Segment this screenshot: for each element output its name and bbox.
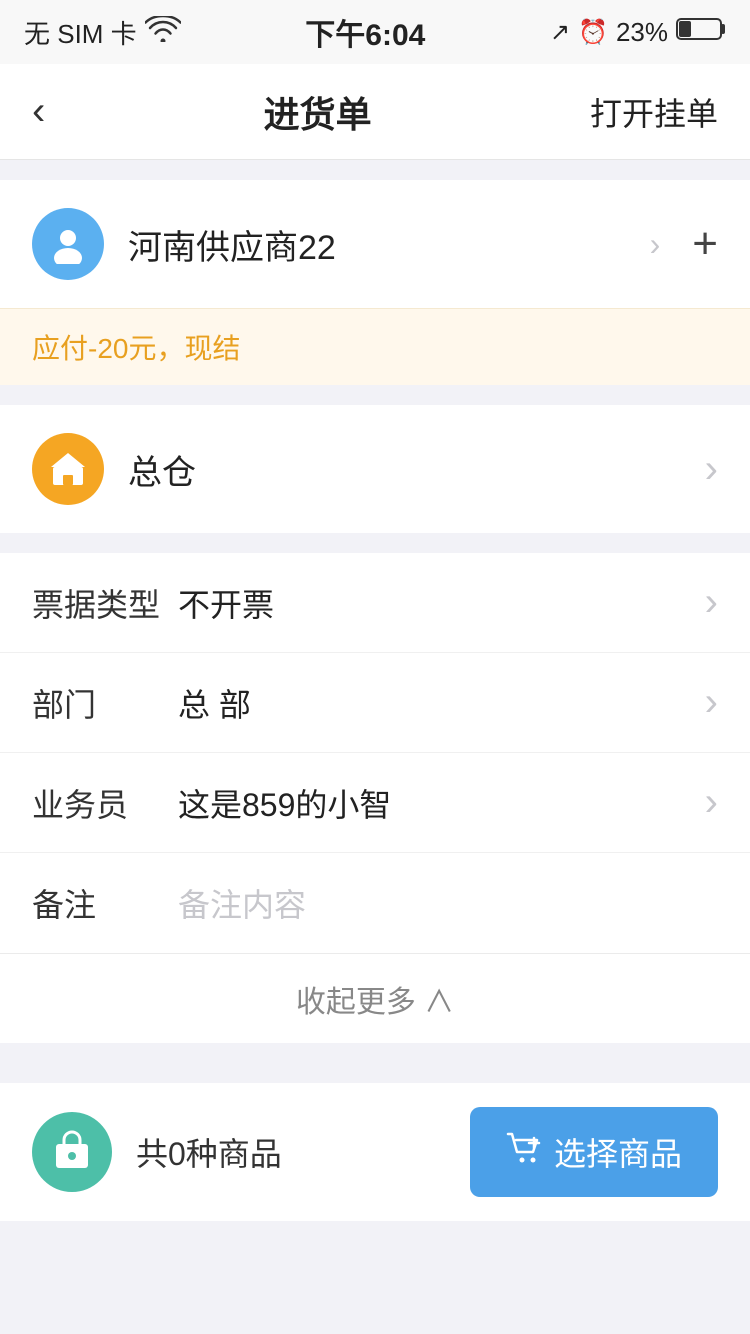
department-row[interactable]: 部门 总 部 xyxy=(0,653,750,753)
remark-input[interactable]: 备注内容 xyxy=(162,880,718,926)
collapse-label: 收起更多 ∧ xyxy=(296,977,454,1021)
payable-notice: 应付-20元，现结 xyxy=(0,308,750,385)
invoice-type-chevron-icon xyxy=(705,582,718,623)
select-product-label: 选择商品 xyxy=(554,1129,682,1175)
salesperson-row[interactable]: 业务员 这是859的小智 xyxy=(0,753,750,853)
gap-1 xyxy=(0,160,750,180)
open-pending-button[interactable]: 打开挂单 xyxy=(590,89,718,135)
cart-icon xyxy=(506,1132,542,1172)
invoice-type-row[interactable]: 票据类型 不开票 xyxy=(0,553,750,653)
salesperson-chevron-icon xyxy=(705,782,718,823)
department-value: 总 部 xyxy=(162,680,705,726)
department-chevron-icon xyxy=(705,682,718,723)
supplier-card: 河南供应商22 › + 应付-20元，现结 xyxy=(0,180,750,385)
supplier-name: 河南供应商22 xyxy=(128,220,650,269)
department-label: 部门 xyxy=(32,680,162,726)
sim-status: 无 SIM 卡 xyxy=(24,14,137,51)
gap-2 xyxy=(0,385,750,405)
product-count: 共0种商品 xyxy=(136,1129,470,1175)
remark-label: 备注 xyxy=(32,880,162,926)
supplier-row[interactable]: 河南供应商22 › + xyxy=(0,180,750,308)
status-time: 下午6:04 xyxy=(305,10,425,54)
product-icon-wrap xyxy=(32,1112,112,1192)
status-bar: 无 SIM 卡 下午6:04 ↗ ⏰ 23% xyxy=(0,0,750,64)
salesperson-value: 这是859的小智 xyxy=(162,780,705,826)
product-bar: 共0种商品 选择商品 xyxy=(0,1083,750,1221)
invoice-type-value: 不开票 xyxy=(162,580,705,626)
alarm-icon: ⏰ xyxy=(578,18,608,47)
back-button[interactable]: ‹ xyxy=(32,89,45,134)
page-title: 进货单 xyxy=(264,86,372,138)
warehouse-chevron-icon xyxy=(705,449,718,490)
wifi-icon xyxy=(145,16,181,49)
battery-percentage: 23% xyxy=(616,17,668,48)
supplier-chevron-icon: › xyxy=(650,226,661,263)
invoice-type-label: 票据类型 xyxy=(32,580,162,626)
status-left: 无 SIM 卡 xyxy=(24,14,181,51)
salesperson-label: 业务员 xyxy=(32,780,162,826)
warehouse-card: 总仓 xyxy=(0,405,750,533)
gap-3 xyxy=(0,1043,750,1063)
nav-bar: ‹ 进货单 打开挂单 xyxy=(0,64,750,160)
remark-row[interactable]: 备注 备注内容 xyxy=(0,853,750,953)
select-product-button[interactable]: 选择商品 xyxy=(470,1107,718,1197)
form-section: 票据类型 不开票 部门 总 部 业务员 这是859的小智 备注 备注内容 xyxy=(0,553,750,953)
add-supplier-button[interactable]: + xyxy=(692,219,718,269)
collapse-row[interactable]: 收起更多 ∧ xyxy=(0,953,750,1043)
location-icon: ↗ xyxy=(550,18,570,47)
warehouse-row[interactable]: 总仓 xyxy=(0,405,750,533)
battery-icon xyxy=(676,16,726,49)
status-right: ↗ ⏰ 23% xyxy=(550,16,726,49)
warehouse-icon-wrap xyxy=(32,433,104,505)
warehouse-label: 总仓 xyxy=(128,445,705,494)
supplier-avatar xyxy=(32,208,104,280)
